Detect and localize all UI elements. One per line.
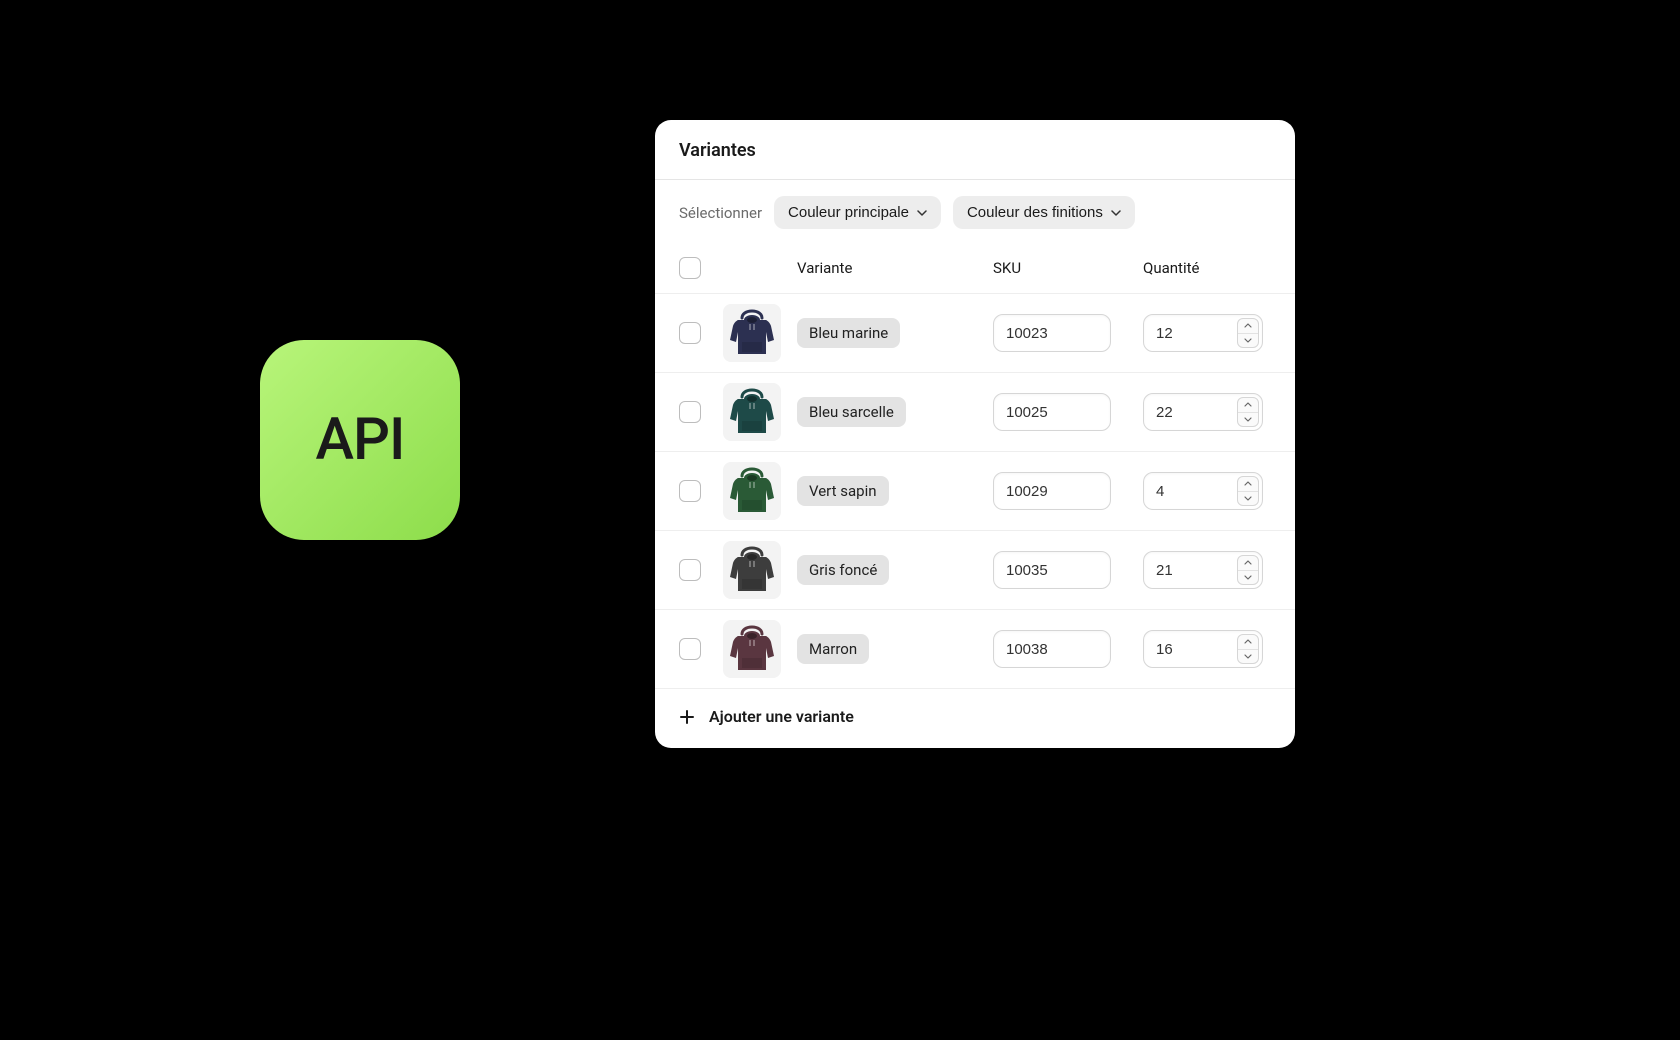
quantity-decrease-button[interactable] [1238,492,1258,506]
select-all-checkbox[interactable] [679,257,701,279]
row-checkbox[interactable] [679,559,701,581]
quantity-stepper [1237,318,1259,348]
chevron-down-icon [1111,210,1121,216]
quantity-stepper [1237,634,1259,664]
variants-table: Variante SKU Quantité Bleu marine [655,245,1295,688]
quantity-increase-button[interactable] [1238,635,1258,650]
quantity-stepper [1237,555,1259,585]
quantity-decrease-button[interactable] [1238,650,1258,664]
variants-panel: Variantes Sélectionner Couleur principal… [655,120,1295,748]
api-badge-label: API [316,406,405,474]
variant-thumbnail[interactable] [723,541,781,599]
variant-thumbnail[interactable] [723,620,781,678]
chevron-down-icon [917,210,927,216]
column-header-variant: Variante [797,259,993,277]
quantity-decrease-button[interactable] [1238,413,1258,427]
table-row: Gris foncé [655,530,1295,609]
filter-finish-color-label: Couleur des finitions [967,204,1103,221]
column-header-qty: Quantité [1143,259,1271,277]
row-checkbox[interactable] [679,638,701,660]
chevron-up-icon [1244,323,1252,328]
chevron-up-icon [1244,639,1252,644]
row-checkbox[interactable] [679,401,701,423]
quantity-decrease-button[interactable] [1238,571,1258,585]
variant-thumbnail[interactable] [723,304,781,362]
table-row: Bleu sarcelle [655,372,1295,451]
table-row: Vert sapin [655,451,1295,530]
sku-input[interactable] [993,630,1111,668]
column-header-sku: SKU [993,259,1143,277]
chevron-up-icon [1244,402,1252,407]
chevron-up-icon [1244,560,1252,565]
quantity-stepper [1237,397,1259,427]
chevron-down-icon [1244,338,1252,343]
select-label: Sélectionner [679,204,762,222]
variant-name-tag: Gris foncé [797,555,889,585]
add-variant-button[interactable]: Ajouter une variante [655,688,1295,748]
api-badge: API [260,340,460,540]
quantity-increase-button[interactable] [1238,398,1258,413]
quantity-stepper [1237,476,1259,506]
chevron-down-icon [1244,496,1252,501]
chevron-down-icon [1244,575,1252,580]
table-row: Marron [655,609,1295,688]
chevron-up-icon [1244,481,1252,486]
variant-name-tag: Bleu marine [797,318,900,348]
variant-name-tag: Marron [797,634,869,664]
variant-thumbnail[interactable] [723,462,781,520]
row-checkbox[interactable] [679,480,701,502]
variant-thumbnail[interactable] [723,383,781,441]
quantity-increase-button[interactable] [1238,477,1258,492]
filter-row: Sélectionner Couleur principale Couleur … [655,180,1295,245]
table-header: Variante SKU Quantité [655,245,1295,293]
plus-icon [679,709,695,725]
chevron-down-icon [1244,654,1252,659]
sku-input[interactable] [993,393,1111,431]
chevron-down-icon [1244,417,1252,422]
variant-name-tag: Bleu sarcelle [797,397,906,427]
sku-input[interactable] [993,551,1111,589]
filter-finish-color[interactable]: Couleur des finitions [953,196,1135,229]
sku-input[interactable] [993,314,1111,352]
quantity-decrease-button[interactable] [1238,334,1258,348]
add-variant-label: Ajouter une variante [709,707,854,726]
table-row: Bleu marine [655,293,1295,372]
variant-name-tag: Vert sapin [797,476,889,506]
quantity-increase-button[interactable] [1238,556,1258,571]
filter-main-color[interactable]: Couleur principale [774,196,941,229]
quantity-increase-button[interactable] [1238,319,1258,334]
panel-title: Variantes [655,120,1295,180]
filter-main-color-label: Couleur principale [788,204,909,221]
row-checkbox[interactable] [679,322,701,344]
sku-input[interactable] [993,472,1111,510]
